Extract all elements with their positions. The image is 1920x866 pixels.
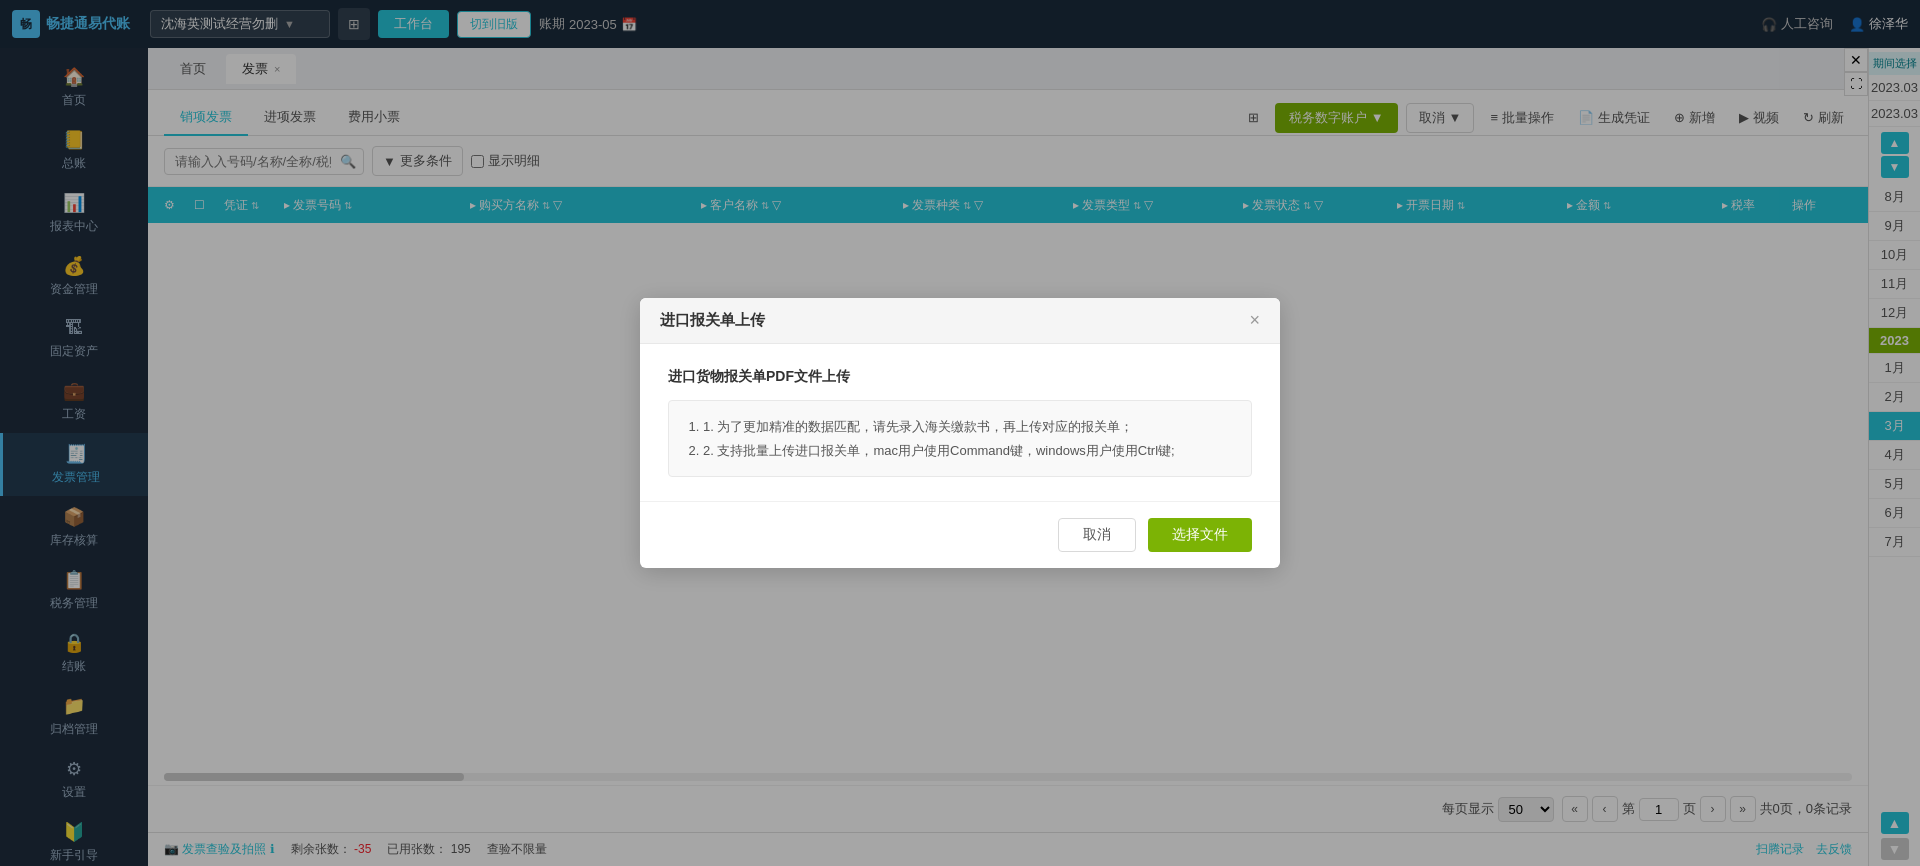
modal-info-item-1: 1. 为了更加精准的数据匹配，请先录入海关缴款书，再上传对应的报关单； — [703, 415, 1235, 438]
modal-close-button[interactable]: × — [1249, 310, 1260, 331]
modal-footer: 取消 选择文件 — [640, 501, 1280, 568]
modal-cancel-button[interactable]: 取消 — [1058, 518, 1136, 552]
modal-section-title: 进口货物报关单PDF文件上传 — [668, 368, 1252, 386]
modal-select-file-button[interactable]: 选择文件 — [1148, 518, 1252, 552]
modal-overlay: 进口报关单上传 × 进口货物报关单PDF文件上传 1. 为了更加精准的数据匹配，… — [0, 0, 1920, 866]
modal-title: 进口报关单上传 — [660, 311, 765, 330]
modal-body: 进口货物报关单PDF文件上传 1. 为了更加精准的数据匹配，请先录入海关缴款书，… — [640, 344, 1280, 501]
modal-info-item-2: 2. 支持批量上传进口报关单，mac用户使用Command键，windows用户… — [703, 439, 1235, 462]
modal-info-box: 1. 为了更加精准的数据匹配，请先录入海关缴款书，再上传对应的报关单； 2. 支… — [668, 400, 1252, 477]
import-customs-modal: 进口报关单上传 × 进口货物报关单PDF文件上传 1. 为了更加精准的数据匹配，… — [640, 298, 1280, 568]
modal-header: 进口报关单上传 × — [640, 298, 1280, 344]
